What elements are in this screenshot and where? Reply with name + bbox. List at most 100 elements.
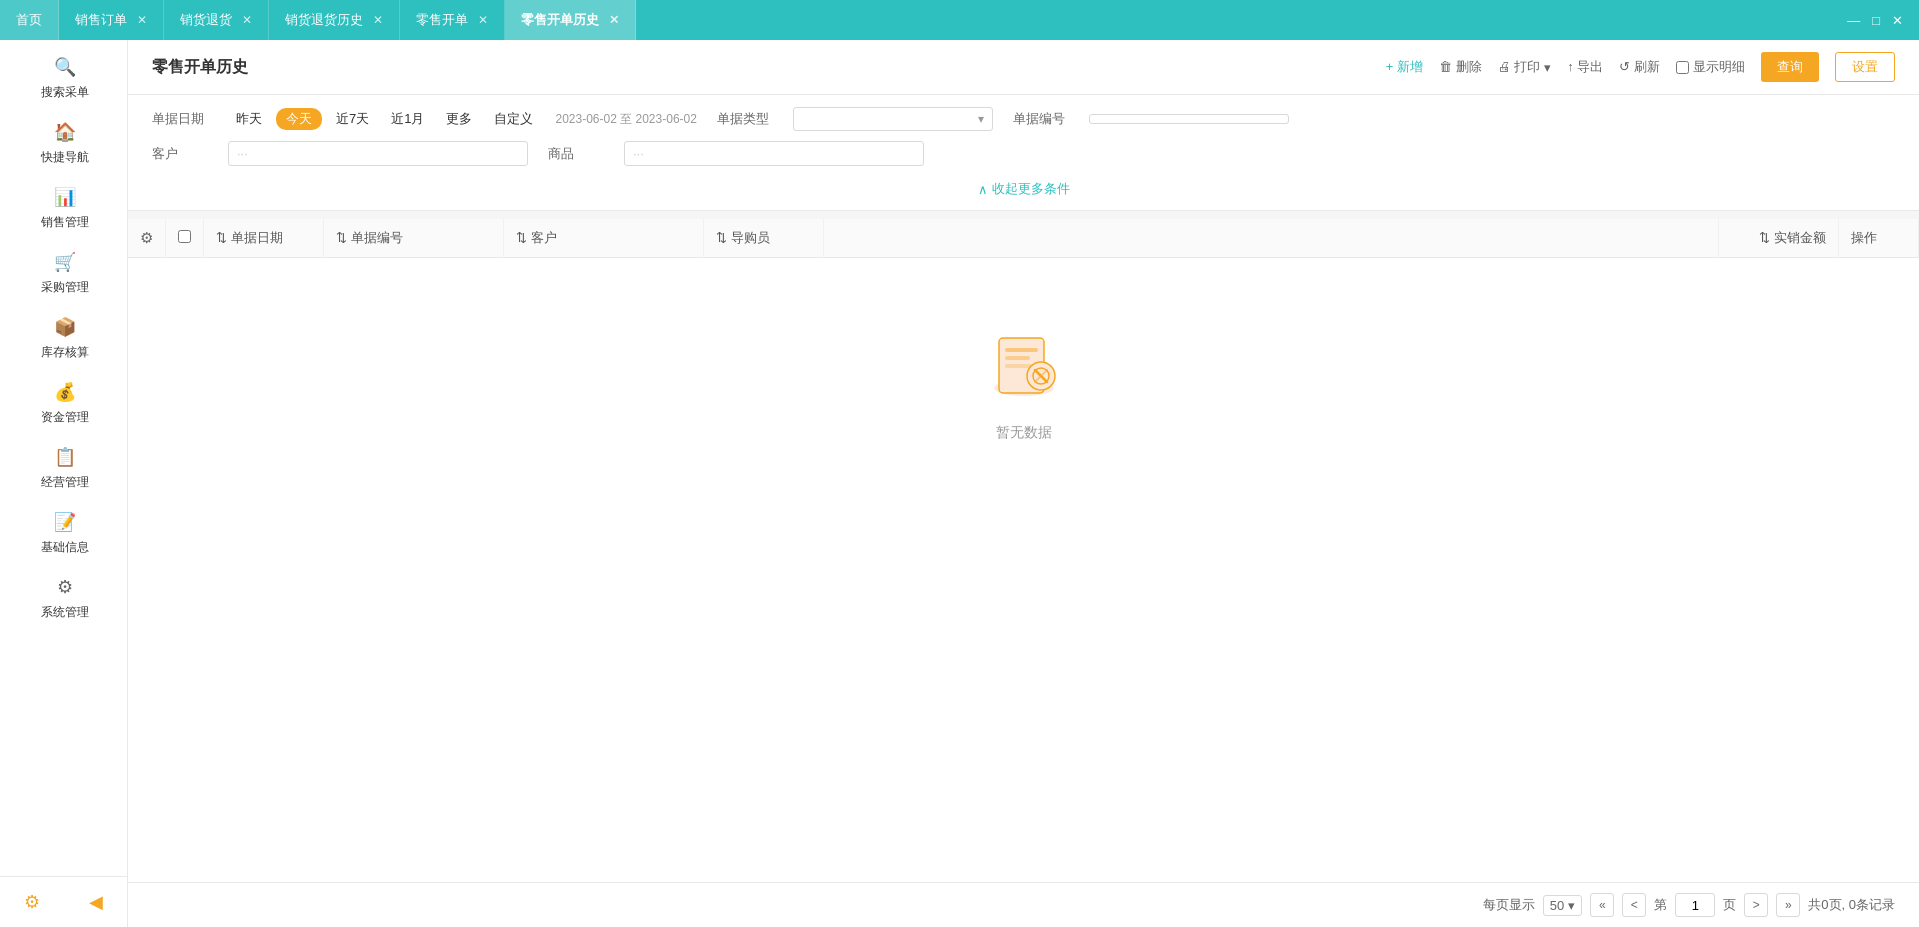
date-option-1month[interactable]: 近1月 (383, 108, 432, 130)
refresh-button[interactable]: ↺ 刷新 (1619, 58, 1660, 76)
sidebar-collapse-btn[interactable]: ◀ (83, 885, 109, 919)
sidebar-item-ops[interactable]: 📋 经营管理 (0, 434, 127, 499)
sidebar-bottom: ⚙ ◀ (0, 876, 127, 927)
sidebar-item-system[interactable]: ⚙ 系统管理 (0, 564, 127, 629)
ops-icon: 📋 (54, 446, 76, 468)
tab-sales-order[interactable]: 销售订单 ✕ (59, 0, 164, 40)
sidebar-item-purchase[interactable]: 🛒 采购管理 (0, 239, 127, 304)
sort-customer-icon[interactable]: ⇅ (516, 230, 527, 245)
col-order-no: ⇅ 单据编号 (324, 219, 504, 258)
tab-sales-return-history[interactable]: 销货退货历史 ✕ (269, 0, 400, 40)
print-button[interactable]: 🖨 打印 ▾ (1498, 58, 1552, 76)
close-btn[interactable]: ✕ (1892, 13, 1903, 28)
first-page-btn[interactable]: « (1590, 893, 1614, 917)
date-option-more[interactable]: 更多 (438, 108, 480, 130)
sort-date-icon[interactable]: ⇅ (216, 230, 227, 245)
order-no-input[interactable] (1089, 114, 1289, 124)
display-detail-checkbox[interactable] (1676, 61, 1689, 74)
tab-retail-open-close[interactable]: ✕ (478, 13, 488, 27)
sidebar-item-basic[interactable]: 📝 基础信息 (0, 499, 127, 564)
per-page-arrow: ▾ (1568, 898, 1575, 913)
customer-filter-label: 客户 (152, 145, 208, 163)
col-date: ⇅ 单据日期 (204, 219, 324, 258)
filter-area: 单据日期 昨天 今天 近7天 近1月 更多 自定义 2023-06-02 至 2… (128, 95, 1919, 211)
sidebar-item-finance[interactable]: 💰 资金管理 (0, 369, 127, 434)
empty-state: 暂无数据 (128, 258, 1919, 522)
query-button[interactable]: 查询 (1761, 52, 1819, 82)
tab-retail-history[interactable]: 零售开单历史 ✕ (505, 0, 636, 40)
svg-rect-4 (1005, 364, 1033, 368)
sidebar-item-nav-label: 快捷导航 (41, 149, 89, 166)
date-options: 昨天 今天 近7天 近1月 更多 自定义 2023-06-02 至 2023-0… (228, 108, 697, 130)
current-page-input[interactable] (1675, 893, 1715, 917)
sidebar-item-sales[interactable]: 📊 销售管理 (0, 174, 127, 239)
date-option-7days[interactable]: 近7天 (328, 108, 377, 130)
table-settings-icon[interactable]: ⚙ (140, 229, 153, 246)
tab-sales-return[interactable]: 销货退货 ✕ (164, 0, 269, 40)
sidebar-settings-btn[interactable]: ⚙ (18, 885, 46, 919)
filter-row-2: 客户 ··· 商品 ··· (152, 141, 1895, 166)
date-option-custom[interactable]: 自定义 (486, 108, 541, 130)
tab-sales-return-history-close[interactable]: ✕ (373, 13, 383, 27)
export-button[interactable]: ↑ 导出 (1567, 58, 1603, 76)
tab-retail-open-label: 零售开单 (416, 11, 468, 29)
print-arrow-icon: ▾ (1544, 60, 1551, 75)
prev-page-btn[interactable]: < (1622, 893, 1646, 917)
col-guide: ⇅ 导购员 (704, 219, 824, 258)
main-layout: 🔍 搜索采单 🏠 快捷导航 📊 销售管理 🛒 采购管理 📦 库存核算 💰 资金管… (0, 40, 1919, 927)
page-label-after: 页 (1723, 896, 1736, 914)
empty-text: 暂无数据 (996, 424, 1052, 442)
last-page-btn[interactable]: » (1776, 893, 1800, 917)
maximize-btn[interactable]: □ (1872, 13, 1880, 28)
sidebar-item-basic-label: 基础信息 (41, 539, 89, 556)
type-select[interactable]: ▾ (793, 107, 993, 131)
tab-sales-return-close[interactable]: ✕ (242, 13, 252, 27)
col-customer-label: 客户 (531, 230, 557, 245)
date-option-today[interactable]: 今天 (276, 108, 322, 130)
tab-retail-open[interactable]: 零售开单 ✕ (400, 0, 505, 40)
customer-dots: ··· (237, 146, 248, 161)
search-icon: 🔍 (54, 56, 76, 78)
page-size-select[interactable]: 50 ▾ (1543, 895, 1582, 916)
inventory-icon: 📦 (54, 316, 76, 338)
date-option-yesterday[interactable]: 昨天 (228, 108, 270, 130)
data-table: ⚙ ⇅ 单据日期 ⇅ 单据编号 (128, 219, 1919, 258)
delete-button[interactable]: 🗑 删除 (1439, 58, 1482, 76)
sidebar-item-inventory[interactable]: 📦 库存核算 (0, 304, 127, 369)
goods-select[interactable]: ··· (624, 141, 924, 166)
sort-guide-icon[interactable]: ⇅ (716, 230, 727, 245)
tab-retail-history-close[interactable]: ✕ (609, 13, 619, 27)
tab-sales-order-close[interactable]: ✕ (137, 13, 147, 27)
collapse-label: 收起更多条件 (992, 180, 1070, 198)
sidebar-item-search[interactable]: 🔍 搜索采单 (0, 44, 127, 109)
next-page-btn[interactable]: > (1744, 893, 1768, 917)
sidebar-item-nav[interactable]: 🏠 快捷导航 (0, 109, 127, 174)
per-page-value: 50 (1550, 898, 1564, 913)
collapse-icon: ∧ (978, 182, 988, 197)
select-all-checkbox[interactable] (178, 230, 191, 243)
col-guide-label: 导购员 (731, 230, 770, 245)
col-amount-label: 实销金额 (1774, 230, 1826, 245)
type-dropdown-icon: ▾ (978, 112, 984, 126)
top-bar: 首页 销售订单 ✕ 销货退货 ✕ 销货退货历史 ✕ 零售开单 ✕ 零售开单历史 … (0, 0, 1919, 40)
customer-select[interactable]: ··· (228, 141, 528, 166)
filter-row-1: 单据日期 昨天 今天 近7天 近1月 更多 自定义 2023-06-02 至 2… (152, 107, 1895, 131)
col-spacer (824, 219, 1719, 258)
page-header: 零售开单历史 + 新增 🗑 删除 🖨 打印 ▾ ↑ 导出 ↺ 刷新 显示明细 查… (128, 40, 1919, 95)
sort-amount-icon[interactable]: ⇅ (1759, 230, 1770, 245)
per-page-label: 每页显示 (1483, 896, 1535, 914)
tab-home[interactable]: 首页 (0, 0, 59, 40)
table-header-row: ⚙ ⇅ 单据日期 ⇅ 单据编号 (128, 219, 1919, 258)
sort-order-no-icon[interactable]: ⇅ (336, 230, 347, 245)
display-detail-wrapper[interactable]: 显示明细 (1676, 58, 1745, 76)
home-icon: 🏠 (54, 121, 76, 143)
add-button[interactable]: + 新增 (1386, 58, 1423, 76)
order-no-filter-label: 单据编号 (1013, 110, 1069, 128)
table-area: ⚙ ⇅ 单据日期 ⇅ 单据编号 (128, 219, 1919, 882)
page-label-before: 第 (1654, 896, 1667, 914)
collapse-button[interactable]: ∧ 收起更多条件 (152, 176, 1895, 202)
settings-button[interactable]: 设置 (1835, 52, 1895, 82)
col-amount: ⇅ 实销金额 (1719, 219, 1839, 258)
tab-sales-return-history-label: 销货退货历史 (285, 11, 363, 29)
minimize-btn[interactable]: — (1847, 13, 1860, 28)
